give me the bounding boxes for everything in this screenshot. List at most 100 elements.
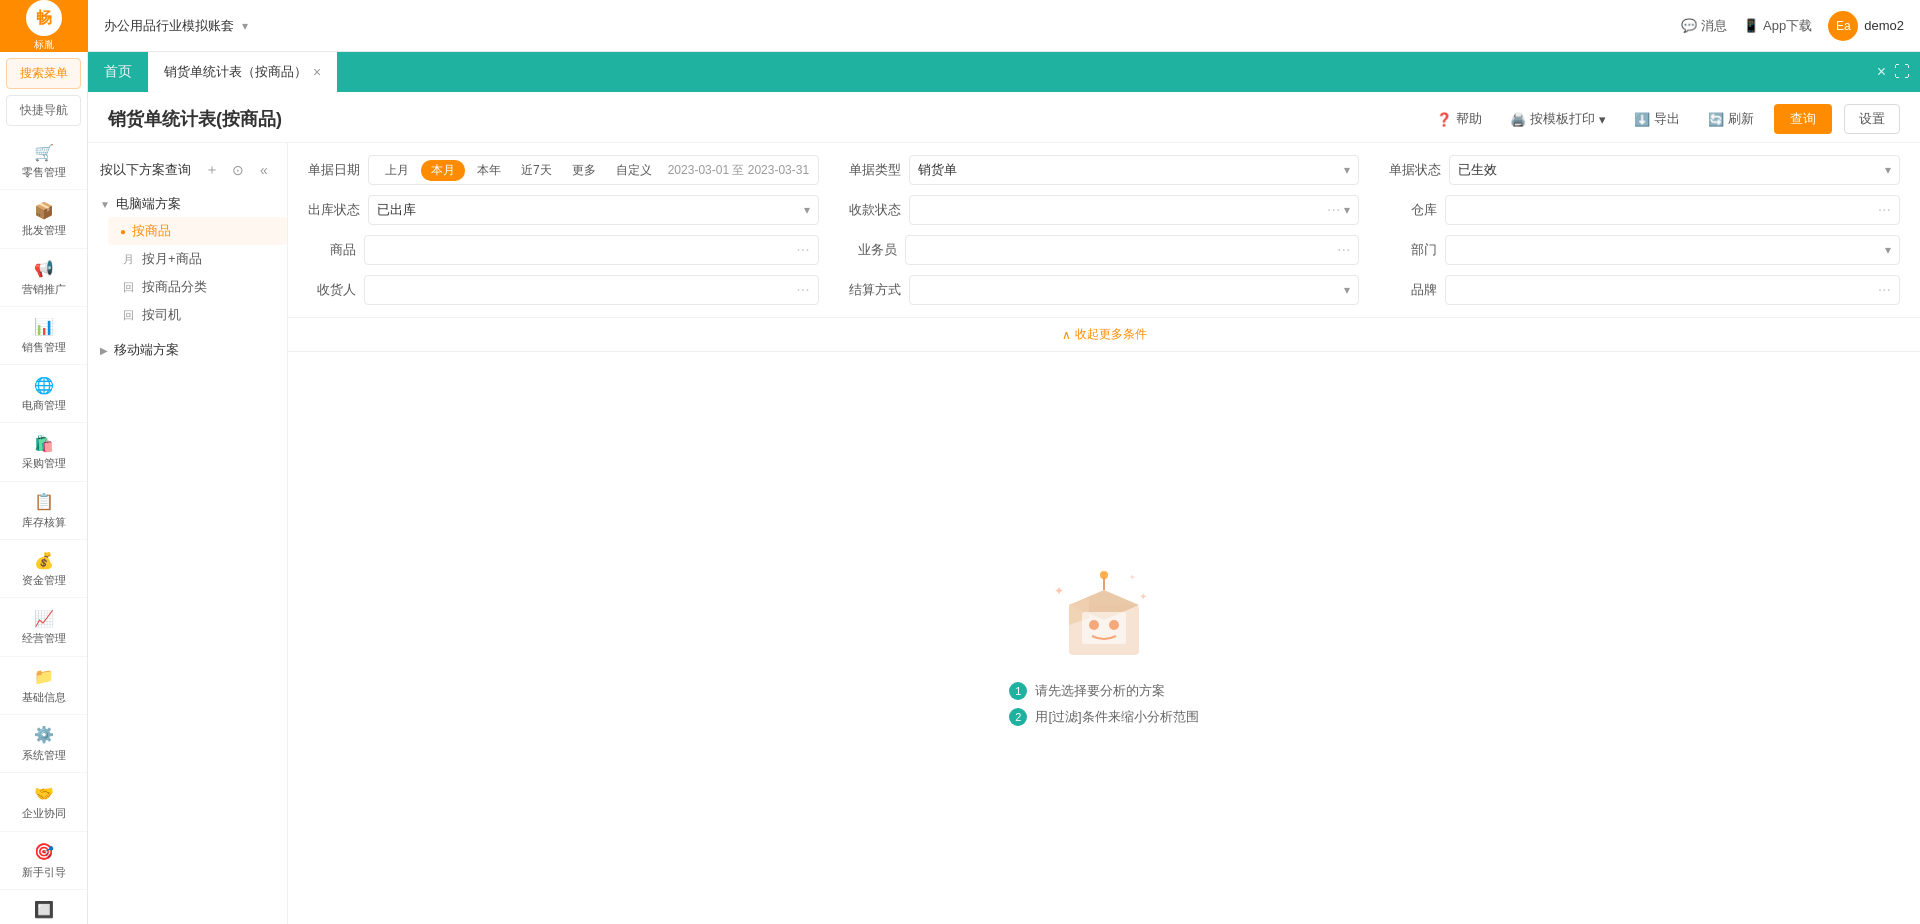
operations-label: 经营管理 — [22, 631, 66, 645]
pc-scheme-header[interactable]: ▼ 电脑端方案 — [88, 191, 287, 217]
date-tab-last-month[interactable]: 上月 — [377, 160, 417, 181]
date-filter-control[interactable]: 上月 本月 本年 近7天 更多 自定义 2023-03-01 至 2023-03… — [368, 155, 819, 185]
sidebar-item-inventory[interactable]: 📋 库存核算 — [0, 482, 87, 540]
docstatus-filter-control[interactable]: 已生效 ▾ — [1449, 155, 1900, 185]
doctype-filter-control[interactable]: 销货单 ▾ — [909, 155, 1360, 185]
receiver-dots[interactable]: ··· — [796, 281, 809, 299]
export-btn[interactable]: ⬇️ 导出 — [1626, 106, 1688, 132]
scheme-item-driver[interactable]: 回 按司机 — [108, 301, 287, 329]
svg-text:✦: ✦ — [1139, 591, 1147, 602]
outstatus-dropdown-icon[interactable]: ▾ — [804, 203, 810, 217]
user-profile[interactable]: Ea demo2 — [1828, 11, 1904, 41]
basic-label: 基础信息 — [22, 690, 66, 704]
payment-dropdown-icon[interactable]: ▾ — [1344, 283, 1350, 297]
doctype-value: 销货单 — [918, 161, 1341, 179]
enterprise-icon: 🤝 — [34, 783, 54, 803]
collapse-bar[interactable]: ∧ 收起更多条件 — [288, 318, 1920, 352]
step-2-num: 2 — [1009, 708, 1027, 726]
settings-button[interactable]: 设置 — [1844, 104, 1900, 134]
receiptstatus-dots[interactable]: ··· — [1327, 201, 1340, 219]
refresh-btn[interactable]: 🔄 刷新 — [1700, 106, 1762, 132]
filter-date-item: 单据日期 上月 本月 本年 近7天 更多 自定义 — [308, 155, 819, 185]
sidebar-item-basic[interactable]: 📁 基础信息 — [0, 657, 87, 715]
warehouse-dots[interactable]: ··· — [1878, 201, 1891, 219]
filter-warehouse-item: 仓库 ··· — [1389, 195, 1900, 225]
scheme-item-month-product[interactable]: 月 按月+商品 — [108, 245, 287, 273]
product-dots[interactable]: ··· — [796, 241, 809, 259]
print-btn[interactable]: 🖨️ 按模板打印 ▾ — [1502, 106, 1614, 132]
panel-settings-btn[interactable]: ⊙ — [227, 159, 249, 181]
product-filter-label: 商品 — [308, 241, 364, 259]
date-tab-7days[interactable]: 近7天 — [513, 160, 560, 181]
date-tab-this-year[interactable]: 本年 — [469, 160, 509, 181]
message-label: 消息 — [1701, 17, 1727, 35]
app-download-icon: 📱 — [1743, 18, 1759, 33]
sidebar-item-finance[interactable]: 💰 资金管理 — [0, 540, 87, 598]
sidebar-item-marketing[interactable]: 📢 营销推广 — [0, 249, 87, 307]
sidebar-item-purchase[interactable]: 🛍️ 采购管理 — [0, 423, 87, 481]
receiptstatus-filter-control[interactable]: ··· ▾ — [909, 195, 1360, 225]
quick-nav-button[interactable]: 快捷导航 — [6, 95, 81, 126]
panel-collapse-btn[interactable]: « — [253, 159, 275, 181]
sidebar-item-ecommerce[interactable]: 🌐 电商管理 — [0, 365, 87, 423]
search-menu-button[interactable]: 搜索菜单 — [6, 58, 81, 89]
doctype-dropdown-icon[interactable]: ▾ — [1344, 163, 1350, 177]
receiver-filter-control[interactable]: ··· — [364, 275, 819, 305]
receiptstatus-dropdown-icon[interactable]: ▾ — [1344, 203, 1350, 217]
main-area: 办公用品行业模拟账套 ▾ 💬 消息 📱 App下载 Ea demo2 首页 销货… — [88, 0, 1920, 924]
marketing-label: 营销推广 — [22, 282, 66, 296]
sidebar-item-wholesale[interactable]: 📦 批发管理 — [0, 190, 87, 248]
company-name: 办公用品行业模拟账套 — [104, 17, 234, 35]
tab-home[interactable]: 首页 — [88, 52, 148, 92]
search-menu-btn-wrapper: 搜索菜单 — [0, 52, 87, 95]
collapse-icon: ∧ — [1062, 328, 1071, 342]
scheme-item-month-product-label: 按月+商品 — [142, 250, 202, 268]
empty-state: ✦ ✦ ✦ 1 请先选择要分析的方案 2 — [288, 352, 1920, 924]
docstatus-dropdown-icon[interactable]: ▾ — [1885, 163, 1891, 177]
tab-close-all-btn[interactable]: × — [1877, 63, 1886, 81]
date-tab-custom[interactable]: 自定义 — [608, 160, 660, 181]
help-btn[interactable]: ❓ 帮助 — [1428, 106, 1490, 132]
sidebar-item-sales[interactable]: 📊 销售管理 — [0, 307, 87, 365]
tab-close-icon[interactable]: × — [313, 64, 321, 80]
department-dropdown-icon[interactable]: ▾ — [1885, 243, 1891, 257]
print-dropdown-icon[interactable]: ▾ — [1599, 112, 1606, 127]
empty-step-1: 1 请先选择要分析的方案 — [1009, 682, 1198, 700]
date-tab-more[interactable]: 更多 — [564, 160, 604, 181]
salesperson-filter-control[interactable]: ··· — [905, 235, 1360, 265]
brand-dots[interactable]: ··· — [1878, 281, 1891, 299]
sidebar-item-newbie[interactable]: 🎯 新手引导 — [0, 832, 87, 890]
sidebar-item-enterprise[interactable]: 🤝 企业协同 — [0, 773, 87, 831]
tab-maximize-btn[interactable]: ⛶ — [1894, 63, 1910, 81]
query-button[interactable]: 查询 — [1774, 104, 1832, 134]
brand-filter-control[interactable]: ··· — [1445, 275, 1900, 305]
payment-filter-control[interactable]: ▾ — [909, 275, 1360, 305]
message-btn[interactable]: 💬 消息 — [1681, 17, 1727, 35]
outstatus-filter-label: 出库状态 — [308, 201, 368, 219]
outstatus-filter-control[interactable]: 已出库 ▾ — [368, 195, 819, 225]
filter-receiptstatus-item: 收款状态 ··· ▾ — [849, 195, 1360, 225]
scheme-item-category[interactable]: 回 按商品分类 — [108, 273, 287, 301]
scheme-item-by-product[interactable]: ● 按商品 — [108, 217, 287, 245]
sidebar-item-apps[interactable]: 🔲 应用中心 — [0, 890, 87, 924]
mobile-scheme-label: 移动端方案 — [114, 341, 179, 359]
product-filter-control[interactable]: ··· — [364, 235, 819, 265]
salesperson-dots[interactable]: ··· — [1337, 241, 1350, 259]
operations-icon: 📈 — [34, 608, 54, 628]
retail-icon: 🛒 — [34, 142, 54, 162]
sidebar-item-system[interactable]: ⚙️ 系统管理 — [0, 715, 87, 773]
sidebar-item-operations[interactable]: 📈 经营管理 — [0, 598, 87, 656]
sidebar-item-retail[interactable]: 🛒 零售管理 — [0, 132, 87, 190]
svg-point-7 — [1100, 571, 1108, 579]
warehouse-filter-control[interactable]: ··· — [1445, 195, 1900, 225]
mobile-scheme-header[interactable]: ▶ 移动端方案 — [88, 337, 287, 363]
system-icon: ⚙️ — [34, 725, 54, 745]
tab-report[interactable]: 销货单统计表（按商品） × — [148, 52, 337, 92]
top-bar-right: 💬 消息 📱 App下载 Ea demo2 — [1681, 11, 1904, 41]
app-download-btn[interactable]: 📱 App下载 — [1743, 17, 1812, 35]
department-filter-control[interactable]: ▾ — [1445, 235, 1900, 265]
date-tab-this-month[interactable]: 本月 — [421, 160, 465, 181]
company-dropdown-icon[interactable]: ▾ — [242, 19, 248, 33]
panel-add-btn[interactable]: ＋ — [201, 159, 223, 181]
page-title: 销货单统计表(按商品) — [108, 107, 282, 131]
